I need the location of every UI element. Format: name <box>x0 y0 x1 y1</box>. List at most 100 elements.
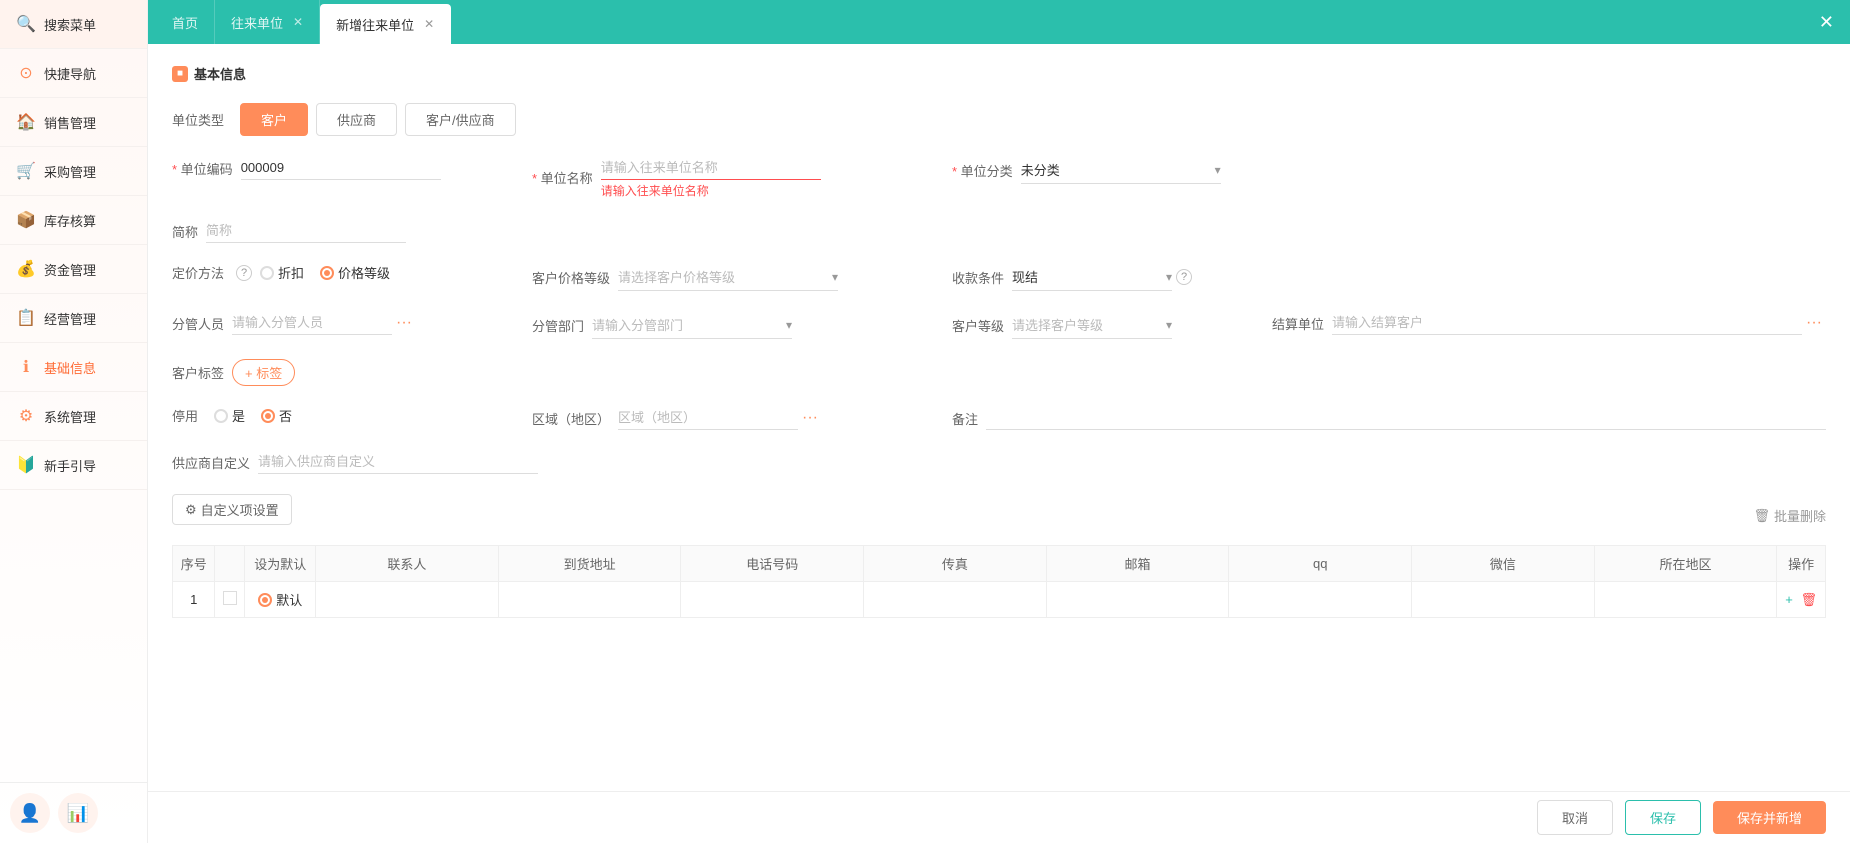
disabled-radio-yes[interactable]: 是 <box>214 406 245 425</box>
row-checkbox-cell <box>215 582 245 618</box>
pricing-radio-discount[interactable]: 折扣 <box>260 263 304 282</box>
sales-icon: 🏠 <box>16 112 36 132</box>
tab-home-label: 首页 <box>172 13 198 32</box>
row-contact-input[interactable] <box>322 593 492 607</box>
sidebar-item-operations[interactable]: 📋 经营管理 <box>0 294 147 343</box>
row-address-input[interactable] <box>505 593 675 607</box>
payment-help-icon[interactable]: ? <box>1176 269 1192 285</box>
code-name-row: 单位编码 单位名称 请输入往来单位名称 单位分类 未分类 ▾ <box>172 156 1826 199</box>
pricing-radio-level[interactable]: 价格等级 <box>320 263 390 282</box>
row-delete-btn[interactable]: 🗑 <box>1801 592 1818 607</box>
sidebar-item-label: 资金管理 <box>44 260 96 279</box>
row-contact[interactable] <box>316 582 499 618</box>
sidebar-item-finance[interactable]: 💰 资金管理 <box>0 245 147 294</box>
tab-units[interactable]: 往来单位 ✕ <box>215 0 320 44</box>
save-button[interactable]: 保存 <box>1625 800 1701 835</box>
customer-level-arrow: ▾ <box>1166 318 1172 332</box>
sidebar-item-inventory[interactable]: 📦 库存核算 <box>0 196 147 245</box>
add-tag-button[interactable]: + 标签 <box>232 359 295 386</box>
row-qq-input[interactable] <box>1235 593 1405 607</box>
row-checkbox[interactable] <box>223 591 237 605</box>
unit-code-input[interactable] <box>241 156 441 180</box>
tab-new-unit-close[interactable]: ✕ <box>424 17 434 31</box>
tab-home[interactable]: 首页 <box>156 0 215 44</box>
section-icon: ■ <box>172 66 188 82</box>
table-row: 1 默认 <box>173 582 1826 618</box>
tab-units-close[interactable]: ✕ <box>293 15 303 29</box>
row-num: 1 <box>173 582 215 618</box>
pricing-discount-label: 折扣 <box>278 263 304 282</box>
row-qq[interactable] <box>1229 582 1412 618</box>
th-fax: 传真 <box>864 546 1047 582</box>
custom-settings-btn[interactable]: ⚙ 自定义项设置 <box>172 494 292 525</box>
sidebar-bottom: 👤 📊 <box>0 782 147 843</box>
row-default-radio[interactable]: 默认 <box>251 590 309 609</box>
remark-input[interactable] <box>986 406 1826 430</box>
row-phone[interactable] <box>681 582 864 618</box>
unit-name-error: 请输入往来单位名称 <box>601 182 912 199</box>
sidebar-item-label: 采购管理 <box>44 162 96 181</box>
sidebar-item-sales[interactable]: 🏠 销售管理 <box>0 98 147 147</box>
region-dots[interactable]: ··· <box>798 409 822 427</box>
supervisor-input[interactable] <box>232 311 392 335</box>
inventory-icon: 📦 <box>16 210 36 230</box>
row-email[interactable] <box>1046 582 1229 618</box>
disabled-radio-no[interactable]: 否 <box>261 406 292 425</box>
supervisor-dots[interactable]: ··· <box>392 314 416 332</box>
sidebar-item-system[interactable]: ⚙ 系统管理 <box>0 392 147 441</box>
sidebar-item-search[interactable]: 🔍 搜索菜单 <box>0 0 147 49</box>
unit-name-input[interactable] <box>601 156 821 180</box>
customer-price-select[interactable]: 请选择客户价格等级 ▾ <box>618 263 838 291</box>
row-address[interactable] <box>498 582 681 618</box>
sidebar-item-purchase[interactable]: 🛒 采购管理 <box>0 147 147 196</box>
row-wechat[interactable] <box>1412 582 1595 618</box>
row-fax-input[interactable] <box>870 593 1040 607</box>
sidebar-item-quicknav[interactable]: ⊙ 快捷导航 <box>0 49 147 98</box>
settlement-dots[interactable]: ··· <box>1802 314 1826 332</box>
row-wechat-input[interactable] <box>1418 593 1588 607</box>
unit-name-label: 单位名称 <box>532 168 593 187</box>
row-default-label: 默认 <box>276 590 302 609</box>
batch-delete-btn[interactable]: 🗑 批量删除 <box>1753 506 1826 525</box>
row-region-input[interactable] <box>1601 593 1771 607</box>
type-btn-supplier[interactable]: 供应商 <box>316 103 397 136</box>
disabled-radio-group: 是 否 <box>214 406 292 425</box>
customer-level-select[interactable]: 请选择客户等级 ▾ <box>1012 311 1172 339</box>
dept-select[interactable]: 请输入分管部门 ▾ <box>592 311 792 339</box>
sidebar-item-label: 系统管理 <box>44 407 96 426</box>
row-region[interactable] <box>1594 582 1777 618</box>
pricing-help-icon[interactable]: ? <box>236 265 252 281</box>
radio-circle-level <box>320 266 334 280</box>
save-new-button[interactable]: 保存并新增 <box>1713 801 1826 834</box>
customer-price-placeholder: 请选择客户价格等级 <box>618 267 828 286</box>
row-fax[interactable] <box>864 582 1047 618</box>
type-btn-customer[interactable]: 客户 <box>240 103 308 136</box>
sidebar-item-guide[interactable]: 🔰 新手引导 <box>0 441 147 490</box>
custom-settings-label: 自定义项设置 <box>201 500 279 519</box>
sidebar-item-label: 新手引导 <box>44 456 96 475</box>
sidebar-user-btn[interactable]: 👤 <box>10 793 50 833</box>
short-name-input[interactable] <box>206 219 406 243</box>
type-btn-both[interactable]: 客户/供应商 <box>405 103 516 136</box>
customer-price-arrow: ▾ <box>832 270 838 284</box>
short-name-field: 简称 <box>172 219 492 243</box>
payment-terms-select[interactable]: 现结 ▾ <box>1012 263 1172 291</box>
radio-circle-discount <box>260 266 274 280</box>
row-email-input[interactable] <box>1053 593 1223 607</box>
tab-new-unit[interactable]: 新增往来单位 ✕ <box>320 4 451 44</box>
row-phone-input[interactable] <box>687 593 857 607</box>
dept-field: 分管部门 请输入分管部门 ▾ <box>532 311 912 339</box>
cancel-button[interactable]: 取消 <box>1537 800 1613 835</box>
settlement-input[interactable] <box>1332 311 1802 335</box>
region-field: 区域（地区） ··· <box>532 406 912 430</box>
supplier-custom-input[interactable] <box>258 450 538 474</box>
remark-field: 备注 <box>952 406 1826 430</box>
window-close-btn[interactable]: ✕ <box>1811 12 1842 33</box>
sidebar-chart-btn[interactable]: 📊 <box>58 793 98 833</box>
row-add-btn[interactable]: + <box>1785 592 1793 607</box>
sidebar-item-basicinfo[interactable]: ℹ 基础信息 <box>0 343 147 392</box>
region-input[interactable] <box>618 406 798 430</box>
unit-category-select[interactable]: 未分类 ▾ <box>1021 156 1221 184</box>
th-qq: qq <box>1229 546 1412 582</box>
quicknav-icon: ⊙ <box>16 63 36 83</box>
